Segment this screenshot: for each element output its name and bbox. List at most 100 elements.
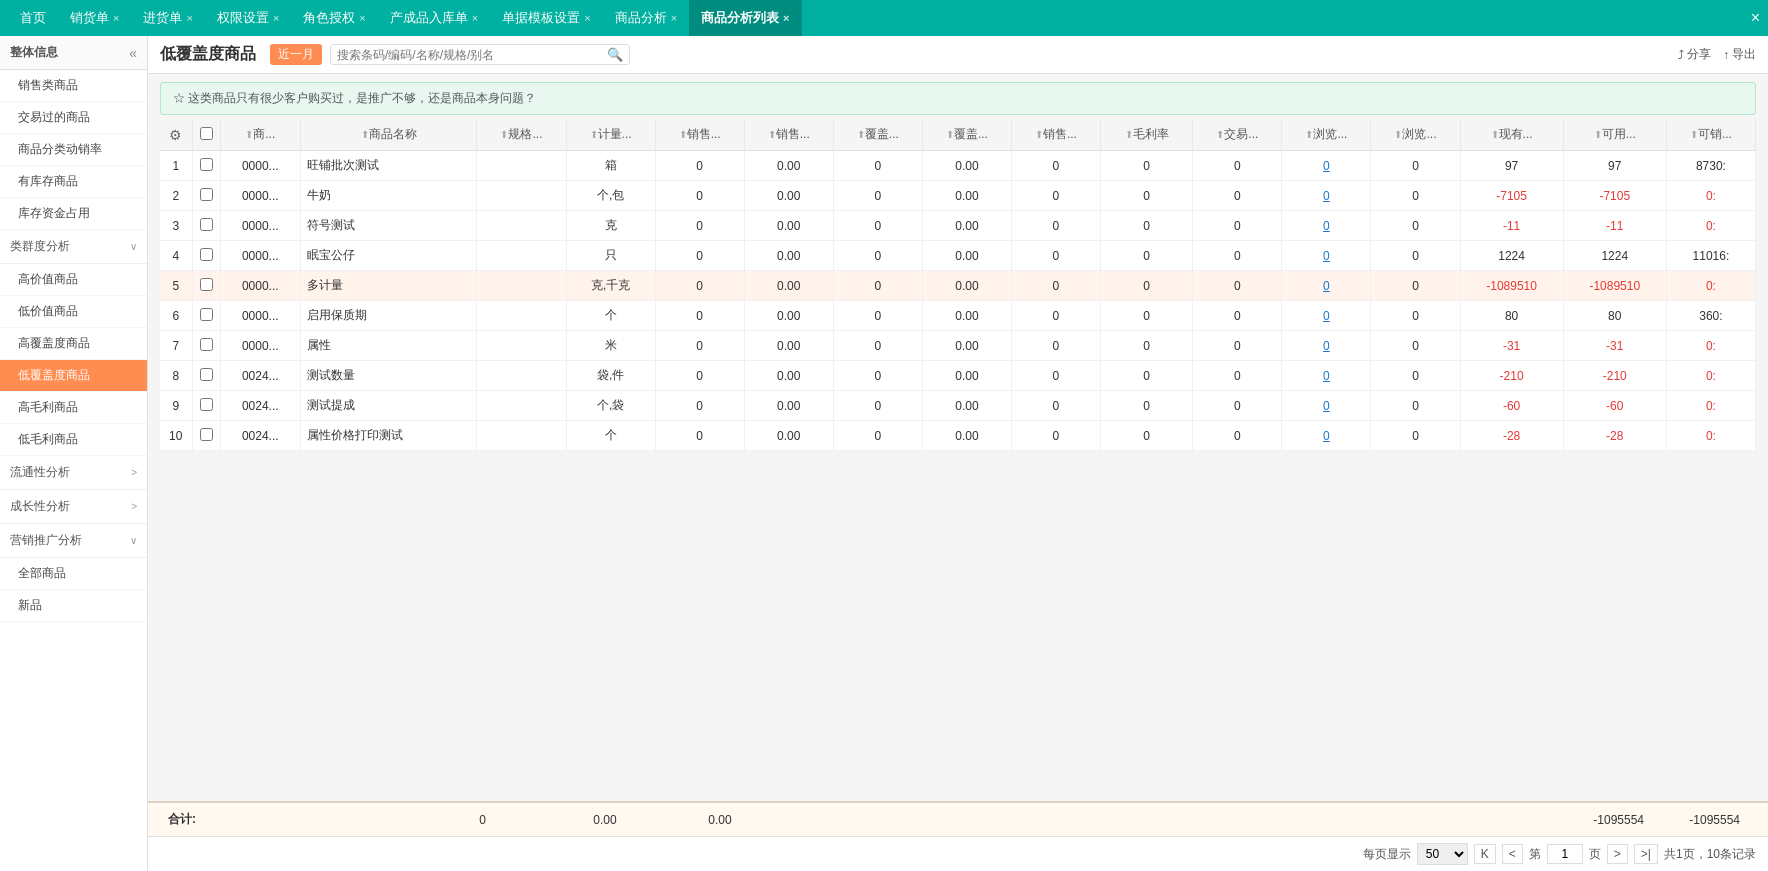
close-tab-analysis-list[interactable]: × bbox=[783, 12, 789, 24]
select-all-checkbox[interactable] bbox=[200, 127, 213, 140]
settings-icon[interactable]: ⚙ bbox=[169, 127, 182, 143]
search-input[interactable] bbox=[337, 48, 607, 62]
sidebar-item-stock-capital[interactable]: 库存资金占用 bbox=[0, 198, 147, 230]
row-browse1[interactable]: 0 bbox=[1282, 421, 1371, 451]
per-page-select[interactable]: 50 20 100 200 bbox=[1417, 843, 1468, 865]
row-checkbox[interactable] bbox=[192, 331, 220, 361]
period-btn[interactable]: 近一月 bbox=[270, 44, 322, 65]
page-suffix: 页 bbox=[1589, 846, 1601, 863]
row-select-checkbox[interactable] bbox=[200, 218, 213, 231]
row-browse1[interactable]: 0 bbox=[1282, 181, 1371, 211]
next-page-btn[interactable]: > bbox=[1607, 844, 1628, 864]
close-tab-sales[interactable]: × bbox=[113, 12, 119, 24]
nav-tab-sales[interactable]: 销货单 × bbox=[58, 0, 131, 36]
nav-tab-analysis-list[interactable]: 商品分析列表 × bbox=[689, 0, 801, 36]
row-checkbox[interactable] bbox=[192, 211, 220, 241]
sidebar-item-stocked-goods[interactable]: 有库存商品 bbox=[0, 166, 147, 198]
nav-tab-home[interactable]: 首页 bbox=[8, 0, 58, 36]
sidebar-item-low-value[interactable]: 低价值商品 bbox=[0, 296, 147, 328]
row-browse1[interactable]: 0 bbox=[1282, 151, 1371, 181]
col-gross-rate: ⬆毛利率 bbox=[1101, 119, 1193, 151]
row-checkbox[interactable] bbox=[192, 361, 220, 391]
row-unit: 克,千克 bbox=[566, 271, 655, 301]
nav-tab-permissions[interactable]: 权限设置 × bbox=[205, 0, 291, 36]
row-browse1[interactable]: 0 bbox=[1282, 331, 1371, 361]
sidebar-item-new-goods[interactable]: 新品 bbox=[0, 590, 147, 622]
row-trade: 0 bbox=[1193, 391, 1282, 421]
current-page-input[interactable] bbox=[1547, 844, 1583, 864]
search-icon[interactable]: 🔍 bbox=[607, 47, 623, 62]
sidebar-item-low-coverage[interactable]: 低覆盖度商品 bbox=[0, 360, 147, 392]
row-browse1[interactable]: 0 bbox=[1282, 271, 1371, 301]
row-cover2: 0.00 bbox=[922, 211, 1011, 241]
row-checkbox[interactable] bbox=[192, 181, 220, 211]
export-btn[interactable]: ↑ 导出 bbox=[1723, 46, 1756, 63]
col-settings[interactable]: ⚙ bbox=[160, 119, 192, 151]
row-select-checkbox[interactable] bbox=[200, 428, 213, 441]
sidebar-item-high-margin[interactable]: 高毛利商品 bbox=[0, 392, 147, 424]
row-browse1[interactable]: 0 bbox=[1282, 211, 1371, 241]
row-select-checkbox[interactable] bbox=[200, 278, 213, 291]
nav-tab-templates[interactable]: 单据模板设置 × bbox=[490, 0, 602, 36]
header-right: ⤴ 分享 ↑ 导出 bbox=[1678, 46, 1756, 63]
row-browse1[interactable]: 0 bbox=[1282, 361, 1371, 391]
row-cover1: 0 bbox=[833, 331, 922, 361]
sidebar-section-flow[interactable]: 流通性分析 > bbox=[0, 456, 147, 490]
col-sales-qty: ⬆销售... bbox=[655, 119, 744, 151]
sidebar-top-ctrl: 整体信息 « bbox=[0, 36, 147, 70]
row-sellable: 0: bbox=[1666, 331, 1755, 361]
row-checkbox[interactable] bbox=[192, 301, 220, 331]
sidebar-section-quality[interactable]: 类群度分析 ∨ bbox=[0, 230, 147, 264]
sidebar-item-high-value[interactable]: 高价值商品 bbox=[0, 264, 147, 296]
row-checkbox[interactable] bbox=[192, 391, 220, 421]
row-cover1: 0 bbox=[833, 361, 922, 391]
top-nav: 首页 销货单 × 进货单 × 权限设置 × 角色授权 × 产成品入库单 × 单据… bbox=[0, 0, 1768, 36]
row-select-checkbox[interactable] bbox=[200, 398, 213, 411]
sidebar-item-sales-goods[interactable]: 销售类商品 bbox=[0, 70, 147, 102]
row-checkbox[interactable] bbox=[192, 241, 220, 271]
nav-tab-products[interactable]: 产成品入库单 × bbox=[378, 0, 490, 36]
row-select-checkbox[interactable] bbox=[200, 338, 213, 351]
row-select-checkbox[interactable] bbox=[200, 308, 213, 321]
row-select-checkbox[interactable] bbox=[200, 368, 213, 381]
row-browse1[interactable]: 0 bbox=[1282, 301, 1371, 331]
row-select-checkbox[interactable] bbox=[200, 248, 213, 261]
close-all-tabs[interactable]: × bbox=[1751, 9, 1760, 27]
sidebar-item-high-coverage[interactable]: 高覆盖度商品 bbox=[0, 328, 147, 360]
sidebar-section-marketing[interactable]: 营销推广分析 ∨ bbox=[0, 524, 147, 558]
row-checkbox[interactable] bbox=[192, 151, 220, 181]
row-unit: 个,包 bbox=[566, 181, 655, 211]
share-btn[interactable]: ⤴ 分享 bbox=[1678, 46, 1711, 63]
nav-tab-purchase[interactable]: 进货单 × bbox=[131, 0, 204, 36]
row-gross-rate: 0 bbox=[1101, 421, 1193, 451]
sidebar-section-growth[interactable]: 成长性分析 > bbox=[0, 490, 147, 524]
row-checkbox[interactable] bbox=[192, 421, 220, 451]
sidebar-item-all-goods[interactable]: 全部商品 bbox=[0, 558, 147, 590]
prev-page-btn[interactable]: < bbox=[1502, 844, 1523, 864]
row-select-checkbox[interactable] bbox=[200, 188, 213, 201]
close-tab-purchase[interactable]: × bbox=[186, 12, 192, 24]
row-spec bbox=[477, 391, 566, 421]
close-tab-roles[interactable]: × bbox=[359, 12, 365, 24]
close-tab-permissions[interactable]: × bbox=[273, 12, 279, 24]
sidebar-item-category-rate[interactable]: 商品分类动销率 bbox=[0, 134, 147, 166]
row-browse1[interactable]: 0 bbox=[1282, 241, 1371, 271]
sidebar-item-traded-goods[interactable]: 交易过的商品 bbox=[0, 102, 147, 134]
row-sales-qty: 0 bbox=[655, 361, 744, 391]
sidebar-item-low-margin[interactable]: 低毛利商品 bbox=[0, 424, 147, 456]
close-tab-templates[interactable]: × bbox=[584, 12, 590, 24]
row-sellable: 0: bbox=[1666, 361, 1755, 391]
collapse-sidebar-btn[interactable]: « bbox=[129, 45, 137, 61]
row-browse1[interactable]: 0 bbox=[1282, 391, 1371, 421]
row-select-checkbox[interactable] bbox=[200, 158, 213, 171]
first-page-btn[interactable]: K bbox=[1474, 844, 1496, 864]
close-tab-analysis[interactable]: × bbox=[671, 12, 677, 24]
row-checkbox[interactable] bbox=[192, 271, 220, 301]
nav-tab-roles[interactable]: 角色授权 × bbox=[291, 0, 377, 36]
row-code: 0000... bbox=[220, 331, 300, 361]
nav-tab-analysis[interactable]: 商品分析 × bbox=[603, 0, 689, 36]
row-num: 6 bbox=[160, 301, 192, 331]
row-available: -31 bbox=[1563, 331, 1666, 361]
close-tab-products[interactable]: × bbox=[472, 12, 478, 24]
last-page-btn[interactable]: >| bbox=[1634, 844, 1658, 864]
